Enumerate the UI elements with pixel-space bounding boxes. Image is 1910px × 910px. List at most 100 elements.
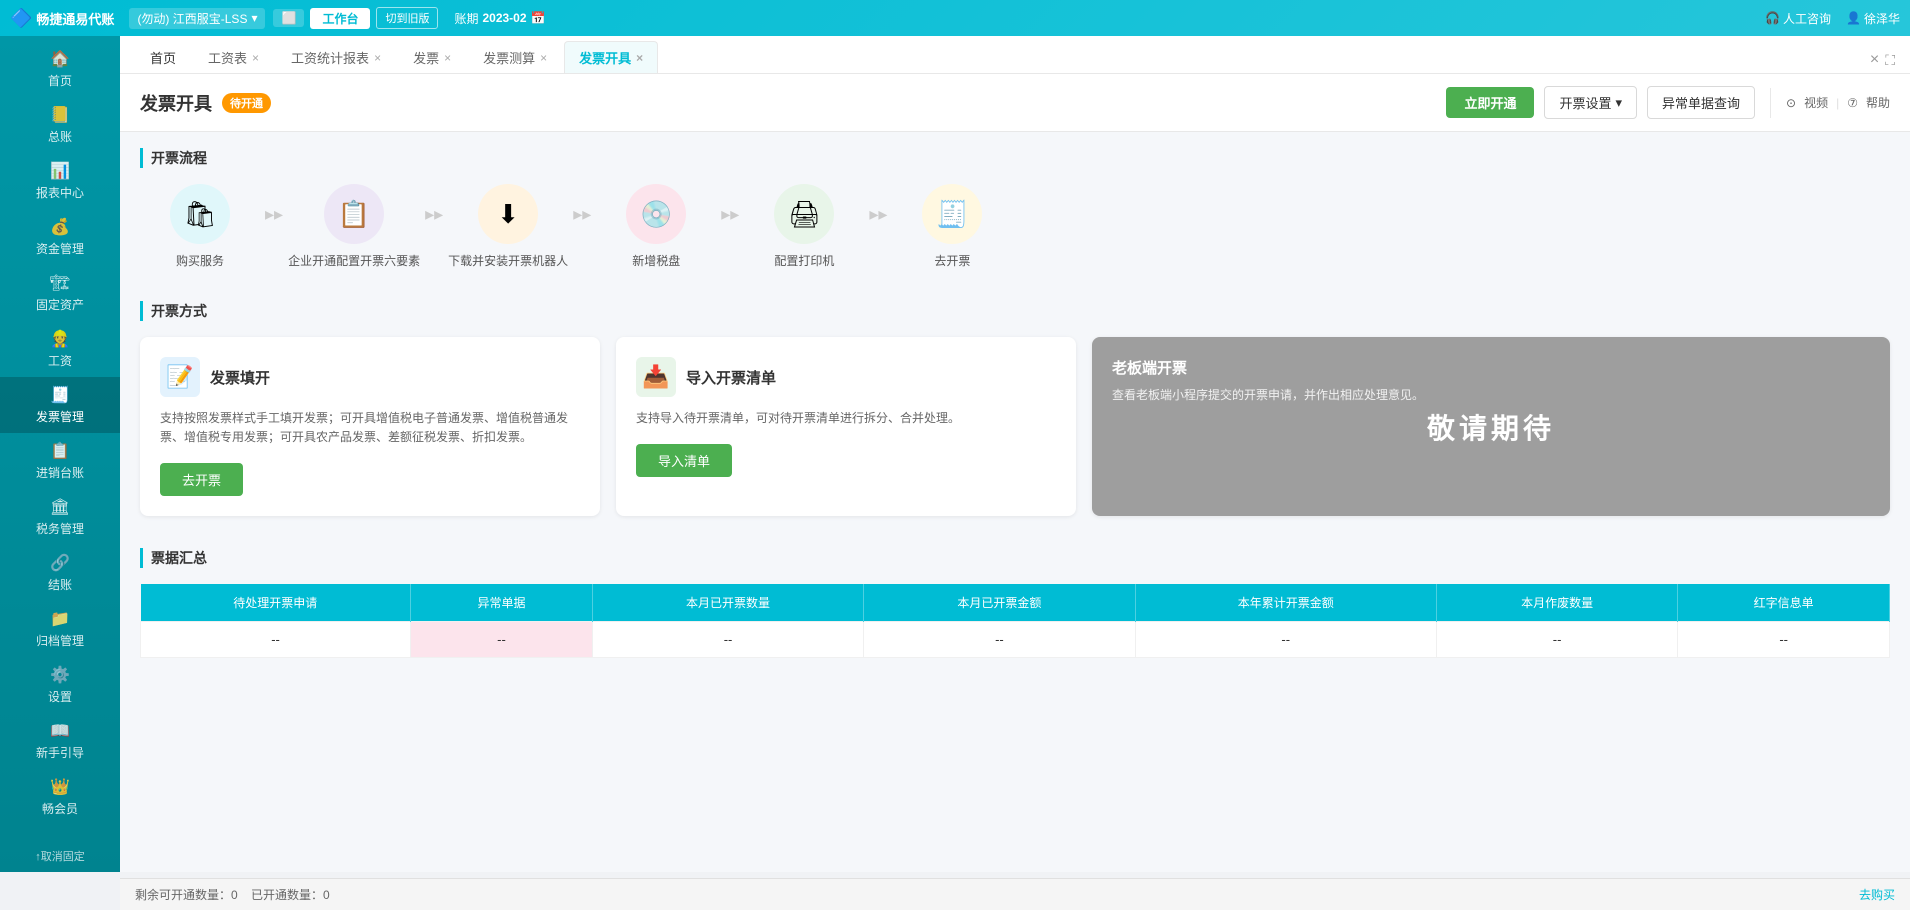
header-right-icons: ⊙ 视频 | ⑦ 帮助: [1786, 94, 1890, 111]
sidebar-item-salary[interactable]: 👷 工资: [0, 321, 120, 377]
summary-title: 票据汇总: [140, 548, 1890, 568]
period-selector[interactable]: 账期 2023-02 📅: [454, 10, 545, 27]
card2-header: 📥 导入开票清单: [636, 357, 1056, 397]
sales-icon: 📋: [50, 441, 70, 461]
sidebar-pin-toggle[interactable]: ↑取消固定: [0, 840, 120, 872]
card1-desc: 支持按照发票样式手工填开发票；可开具增值税电子普通发票、增值税普通发票、增值税专…: [160, 409, 580, 447]
config-icon: 📋: [324, 184, 384, 244]
invoice-card-fill: 📝 发票填开 支持按照发票样式手工填开发票；可开具增值税电子普通发票、增值税普通…: [140, 337, 600, 516]
home-icon: 🏠: [50, 49, 70, 69]
sidebar-item-ledger[interactable]: 📒 总账: [0, 97, 120, 153]
view-icon: ⊙: [1786, 96, 1796, 110]
flow-arrow-2: ▸▸: [425, 204, 443, 225]
vip-icon: 👑: [50, 777, 70, 797]
invoice-card-import: 📥 导入开票清单 支持导入待开票清单，可对待开票清单进行拆分、合并处理。 导入清…: [616, 337, 1076, 516]
open-now-button[interactable]: 立即开通: [1446, 87, 1534, 118]
sidebar-item-vip[interactable]: 👑 畅会员: [0, 769, 120, 825]
reports-icon: 📊: [50, 161, 70, 181]
tab-close-salary-report[interactable]: ×: [374, 51, 381, 65]
flow-step-printer: 🖨 配置打印机: [744, 184, 864, 269]
sidebar-item-reports[interactable]: 📊 报表中心: [0, 153, 120, 209]
card1-header: 📝 发票填开: [160, 357, 580, 397]
calendar-icon[interactable]: 📅: [531, 11, 546, 25]
flow-step-issue: 🧾 去开票: [892, 184, 1012, 269]
sidebar-item-sales[interactable]: 📋 进销台账: [0, 433, 120, 489]
buy-link[interactable]: 去购买: [1859, 886, 1895, 903]
col-abnormal: 异常单据: [411, 584, 593, 622]
card1-title: 发票填开: [210, 367, 270, 388]
tab-bar-fullscreen[interactable]: ⛶: [1885, 52, 1895, 69]
sidebar-item-home[interactable]: 🏠 首页: [0, 41, 120, 97]
tab-invoice-calc[interactable]: 发票测算 ×: [468, 41, 562, 73]
sidebar: 🏠 首页 📒 总账 📊 报表中心 💰 资金管理 🏗 固定资产 👷 工资 🧾 发票…: [0, 36, 120, 872]
invoice-modes-section: 开票方式 📝 发票填开 支持按照发票样式手工填开发票；可开具增值税电子普通发票、…: [120, 285, 1910, 532]
flow-steps: 🛍 购买服务 ▸▸ 📋 企业开通配置开票六要素 ▸▸ ⬇ 下载并安装开票机器人 …: [140, 184, 1890, 269]
invoice-card-old: 老板端开票 查看老板端小程序提交的开票申请，并作出相应处理意见。 敬请期待: [1092, 337, 1890, 516]
card1-icon: 📝: [160, 357, 200, 397]
logo: 🔷 畅捷通易代账: [10, 8, 114, 29]
chevron-down-icon: ▾: [1615, 95, 1622, 111]
sidebar-item-assets[interactable]: 🏗 固定资产: [0, 265, 120, 321]
tax-icon: 🏛: [50, 497, 70, 517]
tab-bar-close[interactable]: ×: [1870, 51, 1879, 69]
sidebar-item-archive[interactable]: 📁 归档管理: [0, 601, 120, 657]
issue-icon: 🧾: [922, 184, 982, 244]
sidebar-item-funds[interactable]: 💰 资金管理: [0, 209, 120, 265]
bottom-remaining: 剩余可开通数量：0 已开通数量：0: [135, 886, 330, 903]
tab-close-invoice-issue[interactable]: ×: [636, 51, 643, 65]
val-month-count: --: [592, 622, 863, 658]
archive-icon: 📁: [50, 609, 70, 629]
sidebar-item-settle[interactable]: 🔗 结账: [0, 545, 120, 601]
status-badge: 待开通: [222, 93, 271, 113]
tab-close-invoice-calc[interactable]: ×: [540, 51, 547, 65]
copy-button[interactable]: ⬜: [273, 9, 304, 27]
col-void-count: 本月作废数量: [1436, 584, 1678, 622]
flow-title: 开票流程: [140, 148, 1890, 168]
abnormal-query-button[interactable]: 异常单据查询: [1647, 86, 1755, 119]
workbench-button[interactable]: 工作台: [310, 8, 370, 29]
col-year-amount: 本年累计开票金额: [1135, 584, 1436, 622]
tab-invoice-issue[interactable]: 发票开具 ×: [564, 41, 658, 73]
settings-icon: ⚙️: [50, 665, 70, 685]
switch-version-button[interactable]: 切到旧版: [376, 7, 438, 29]
buy-icon: 🛍: [170, 184, 230, 244]
tab-salary[interactable]: 工资表 ×: [193, 41, 274, 73]
support-button[interactable]: 🎧 人工咨询: [1765, 10, 1831, 27]
import-list-button[interactable]: 导入清单: [636, 444, 732, 477]
open-settings-button[interactable]: 开票设置 ▾: [1544, 86, 1637, 119]
col-red-info: 红字信息单: [1678, 584, 1890, 622]
ledger-icon: 📒: [50, 105, 70, 125]
bottom-bar: 剩余可开通数量：0 已开通数量：0 去购买: [120, 878, 1910, 910]
top-right-actions: 🎧 人工咨询 👤 徐泽华: [1765, 10, 1900, 27]
tab-close-invoice[interactable]: ×: [444, 51, 451, 65]
page-header: 发票开具 待开通 立即开通 开票设置 ▾ 异常单据查询 ⊙ 视频 | ⑦ 帮助: [120, 74, 1910, 132]
funds-icon: 💰: [50, 217, 70, 237]
header-actions: 立即开通 开票设置 ▾ 异常单据查询 ⊙ 视频 | ⑦ 帮助: [1446, 86, 1890, 119]
flow-arrow-1: ▸▸: [265, 204, 283, 225]
invoice-modes: 📝 发票填开 支持按照发票样式手工填开发票；可开具增值税电子普通发票、增值税普通…: [140, 337, 1890, 516]
sidebar-item-tax[interactable]: 🏛 税务管理: [0, 489, 120, 545]
summary-row: -- -- -- -- -- -- --: [141, 622, 1890, 658]
sidebar-item-invoice[interactable]: 🧾 发票管理: [0, 377, 120, 433]
tab-salary-report[interactable]: 工资统计报表 ×: [276, 41, 396, 73]
chevron-down-icon: ▾: [251, 11, 257, 25]
divider: [1770, 88, 1771, 118]
tab-home[interactable]: 首页: [135, 41, 191, 73]
goto-invoice-button[interactable]: 去开票: [160, 463, 243, 496]
company-selector[interactable]: (勿动) 江西服宝-LSS ▾: [129, 8, 265, 29]
val-abnormal: --: [411, 622, 593, 658]
settle-icon: 🔗: [50, 553, 70, 573]
tab-close-salary[interactable]: ×: [252, 51, 259, 65]
sidebar-item-settings[interactable]: ⚙️ 设置: [0, 657, 120, 713]
coming-soon-label: 敬请期待: [1092, 337, 1890, 516]
top-bar: 🔷 畅捷通易代账 (勿动) 江西服宝-LSS ▾ ⬜ 工作台 切到旧版 账期 2…: [0, 0, 1910, 36]
sidebar-item-guide[interactable]: 📖 新手引导: [0, 713, 120, 769]
col-month-count: 本月已开票数量: [592, 584, 863, 622]
tab-invoice[interactable]: 发票 ×: [398, 41, 466, 73]
help-icon[interactable]: ⑦: [1847, 96, 1858, 110]
card2-title: 导入开票清单: [686, 367, 776, 388]
user-info[interactable]: 👤 徐泽华: [1846, 10, 1900, 27]
download-icon: ⬇: [478, 184, 538, 244]
invoice-icon: 🧾: [50, 385, 70, 405]
val-red-info: --: [1678, 622, 1890, 658]
